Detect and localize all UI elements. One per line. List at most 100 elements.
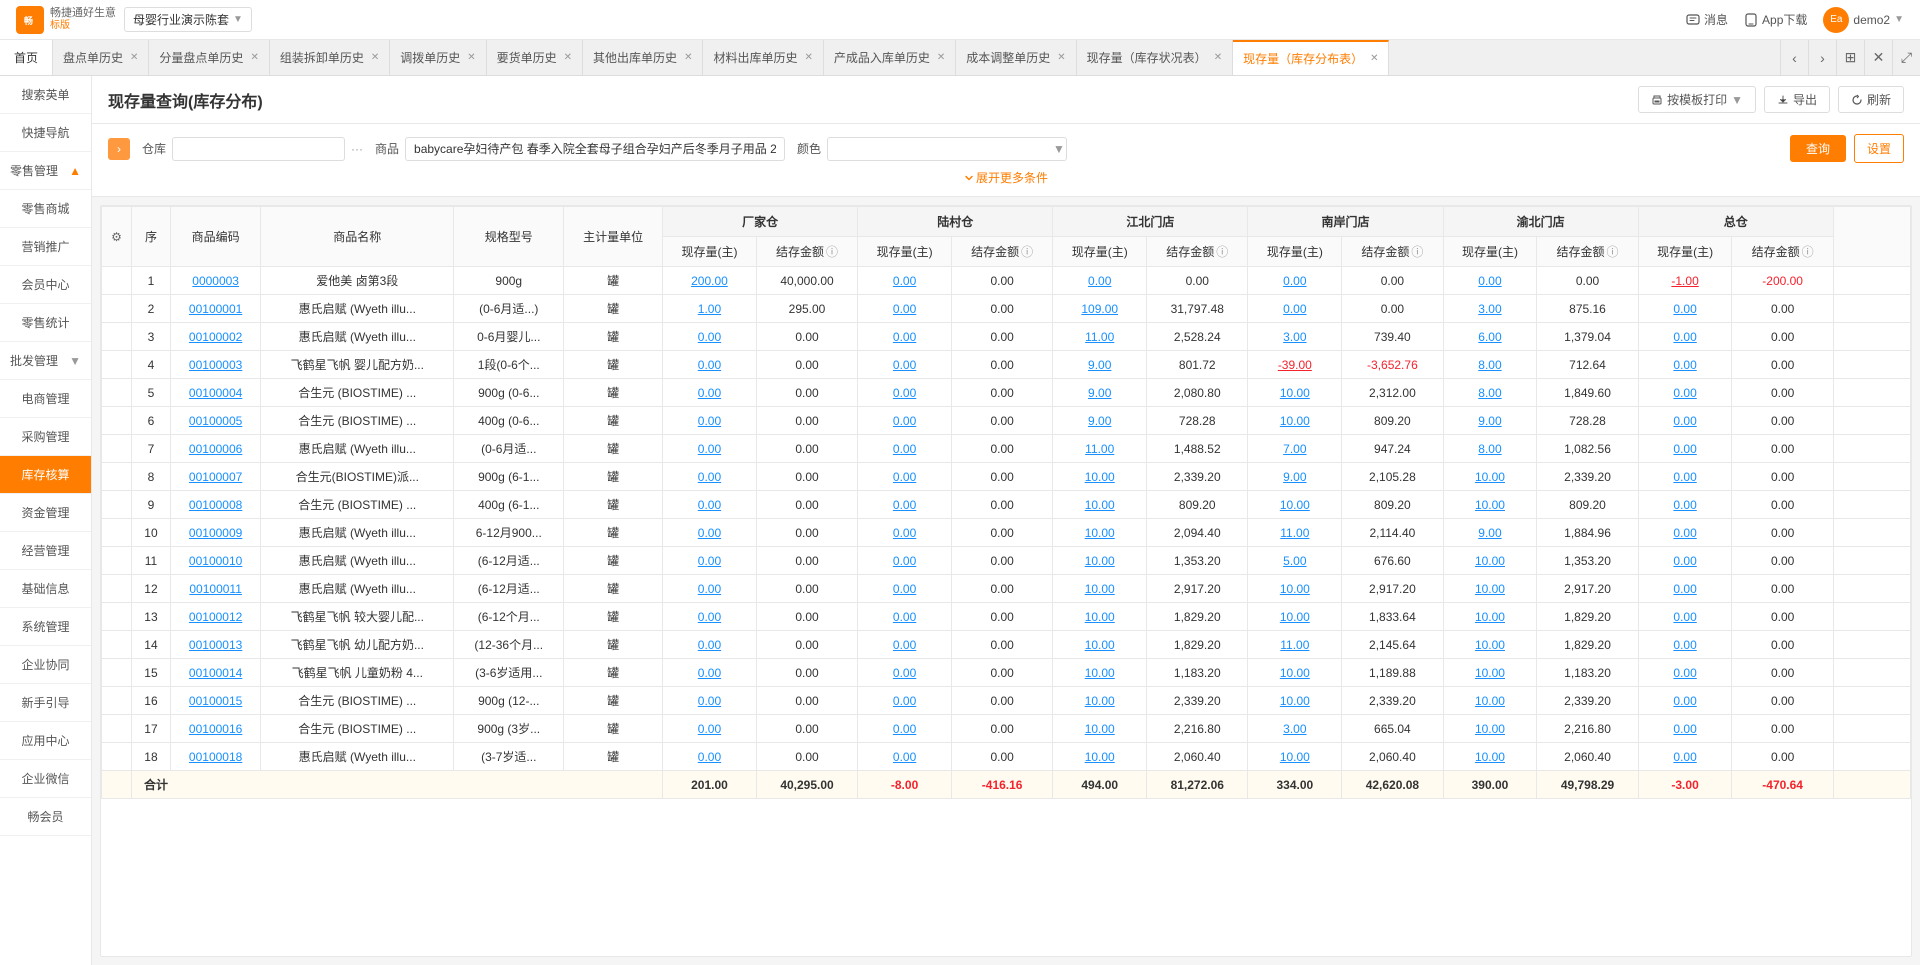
- sidebar-item-guide[interactable]: 新手引导: [0, 684, 91, 722]
- sidebar-item-apps[interactable]: 应用中心: [0, 722, 91, 760]
- filter-warehouse: 仓库 ···: [142, 137, 363, 161]
- tab-item-5[interactable]: 要货单历史 ✕: [487, 40, 583, 76]
- tab-item-1[interactable]: 盘点单历史 ✕: [53, 40, 149, 76]
- message-btn[interactable]: 消息: [1686, 11, 1728, 28]
- filter-area: › 仓库 ··· 商品 颜色 ▼ 查询 设置: [92, 124, 1920, 197]
- table-row: 10000003爱他美 卤第3段900g罐200.0040,000.000.00…: [102, 267, 1911, 295]
- col-wh2-header: 陆村仓: [858, 207, 1053, 237]
- chevron-down-icon: ▼: [233, 14, 243, 25]
- tab-item-4[interactable]: 调拨单历史 ✕: [390, 40, 486, 76]
- tab-close-8[interactable]: ✕: [937, 40, 945, 76]
- sidebar-item-wechat[interactable]: 企业微信: [0, 760, 91, 798]
- col-spec-header: 规格型号: [454, 207, 564, 267]
- sidebar-item-ecommerce[interactable]: 电商管理: [0, 380, 91, 418]
- sidebar-item-basics[interactable]: 基础信息: [0, 570, 91, 608]
- user-menu[interactable]: Ea demo2 ▼: [1823, 7, 1904, 33]
- sidebar: 搜索英单 快捷导航 零售管理 ▲ 零售商城 营销推广 会员中心 零售统计 批发管…: [0, 76, 92, 965]
- chevron-down-more-icon: [964, 173, 974, 183]
- col-wh4-header: 南岸门店: [1248, 207, 1443, 237]
- col-total-amt-header: 结存金额ⓘ: [1732, 237, 1833, 267]
- tab-close-all-btn[interactable]: ✕: [1864, 40, 1892, 76]
- tab-close-9[interactable]: ✕: [1057, 40, 1065, 76]
- page-title: 现存量查询(库存分布): [108, 88, 263, 122]
- col-code-header: 商品编码: [170, 207, 260, 267]
- tab-expand-btn[interactable]: ⤢: [1892, 40, 1920, 76]
- col-wh1-qty-header: 现存量(主): [663, 237, 757, 267]
- tab-item-7[interactable]: 材料出库单历史 ✕: [703, 40, 823, 76]
- tab-next-btn[interactable]: ›: [1808, 40, 1836, 76]
- table-row: 800100007合生元(BIOSTIME)派...900g (6-1...罐0…: [102, 463, 1911, 491]
- sidebar-item-finance[interactable]: 资金管理: [0, 494, 91, 532]
- tab-close-7[interactable]: ✕: [804, 40, 812, 76]
- tab-item-2[interactable]: 分量盘点单历史 ✕: [149, 40, 269, 76]
- top-bar-right: 消息 App下载 Ea demo2 ▼: [1686, 7, 1904, 33]
- warehouse-input[interactable]: [172, 137, 345, 161]
- tab-close-1[interactable]: ✕: [130, 40, 138, 76]
- color-input[interactable]: [827, 137, 1067, 161]
- setting-btn[interactable]: 设置: [1854, 134, 1904, 163]
- col-wh2-qty-header: 现存量(主): [858, 237, 952, 267]
- tab-close-6[interactable]: ✕: [684, 40, 692, 76]
- page-actions: 按模板打印 ▼ 导出 刷新: [1638, 86, 1904, 123]
- filter-color: 颜色 ▼: [797, 137, 1065, 161]
- sidebar-item-operations[interactable]: 经营管理: [0, 532, 91, 570]
- refresh-icon: [1851, 94, 1863, 106]
- sidebar-item-collab[interactable]: 企业协同: [0, 646, 91, 684]
- tab-close-2[interactable]: ✕: [250, 40, 258, 76]
- sidebar-item-marketing[interactable]: 营销推广: [0, 228, 91, 266]
- tab-item-9[interactable]: 成本调整单历史 ✕: [956, 40, 1076, 76]
- sidebar-item-vip[interactable]: 畅会员: [0, 798, 91, 836]
- tab-close-10[interactable]: ✕: [1214, 40, 1222, 76]
- tab-close-11[interactable]: ✕: [1370, 41, 1378, 77]
- tab-prev-btn[interactable]: ‹: [1780, 40, 1808, 76]
- tab-item-6[interactable]: 其他出库单历史 ✕: [583, 40, 703, 76]
- sidebar-item-retail-mgmt[interactable]: 零售管理 ▲: [0, 152, 91, 190]
- print-btn[interactable]: 按模板打印 ▼: [1638, 86, 1756, 113]
- sidebar-item-retail-mall[interactable]: 零售商城: [0, 190, 91, 228]
- print-icon: [1651, 94, 1663, 106]
- sidebar-item-nav[interactable]: 快捷导航: [0, 114, 91, 152]
- tab-close-3[interactable]: ✕: [371, 40, 379, 76]
- refresh-btn[interactable]: 刷新: [1838, 86, 1904, 113]
- industry-selector[interactable]: 母婴行业演示陈套 ▼: [124, 7, 252, 32]
- filter-row: › 仓库 ··· 商品 颜色 ▼ 查询 设置: [108, 134, 1904, 163]
- expand-more-btn[interactable]: 展开更多条件: [964, 169, 1048, 186]
- col-wh3-amt-header: 结存金额ⓘ: [1147, 237, 1248, 267]
- logo-text: 畅捷通好生意 标版: [50, 7, 116, 32]
- tab-close-5[interactable]: ✕: [564, 40, 572, 76]
- settings-icon[interactable]: ⚙: [111, 230, 122, 244]
- top-bar-left: 畅 畅捷通好生意 标版 母婴行业演示陈套 ▼: [16, 6, 252, 34]
- table-row: 1600100015合生元 (BIOSTIME) ...900g (12-...…: [102, 687, 1911, 715]
- col-wh5-amt-header: 结存金额ⓘ: [1537, 237, 1638, 267]
- table-row: 300100002惠氏启赋 (Wyeth illu...0-6月婴儿...罐0.…: [102, 323, 1911, 351]
- tab-item-11[interactable]: 现存量（库存分布表） ✕: [1233, 40, 1389, 76]
- tab-close-4[interactable]: ✕: [467, 40, 475, 76]
- export-btn[interactable]: 导出: [1764, 86, 1830, 113]
- sidebar-item-wholesale[interactable]: 批发管理 ▼: [0, 342, 91, 380]
- col-total-qty-header: 现存量(主): [1638, 237, 1732, 267]
- expand-toggle-btn[interactable]: ›: [108, 138, 130, 160]
- goods-label: 商品: [375, 140, 399, 157]
- triangle-down-icon: ▼: [69, 354, 81, 368]
- search-btn[interactable]: 查询: [1790, 135, 1846, 162]
- tab-item-3[interactable]: 组装拆卸单历史 ✕: [270, 40, 390, 76]
- table-row: 1400100013飞鹤星飞帆 幼儿配方奶...(12-36个月...罐0.00…: [102, 631, 1911, 659]
- tab-item-10[interactable]: 现存量（库存状况表） ✕: [1077, 40, 1233, 76]
- app-icon: [1744, 13, 1758, 27]
- tab-item-8[interactable]: 产成品入库单历史 ✕: [824, 40, 956, 76]
- goods-input[interactable]: [405, 137, 785, 161]
- col-unit-header: 主计量单位: [564, 207, 663, 267]
- table-row: 1200100011惠氏启赋 (Wyeth illu...(6-12月适...罐…: [102, 575, 1911, 603]
- app-download-btn[interactable]: App下载: [1744, 11, 1807, 28]
- sidebar-item-system[interactable]: 系统管理: [0, 608, 91, 646]
- table-row: 1300100012飞鹤星飞帆 较大婴儿配...(6-12个月...罐0.000…: [102, 603, 1911, 631]
- tab-more-btn[interactable]: ⊞: [1836, 40, 1864, 76]
- sidebar-item-inventory[interactable]: 库存核算: [0, 456, 91, 494]
- sidebar-item-purchase[interactable]: 采购管理: [0, 418, 91, 456]
- col-settings-header[interactable]: ⚙: [102, 207, 132, 267]
- sidebar-item-retail-stats[interactable]: 零售统计: [0, 304, 91, 342]
- tab-home[interactable]: 首页: [0, 40, 53, 76]
- summary-row: 合计201.0040,295.00-8.00-416.16494.0081,27…: [102, 771, 1911, 799]
- sidebar-item-search[interactable]: 搜索英单: [0, 76, 91, 114]
- sidebar-item-members[interactable]: 会员中心: [0, 266, 91, 304]
